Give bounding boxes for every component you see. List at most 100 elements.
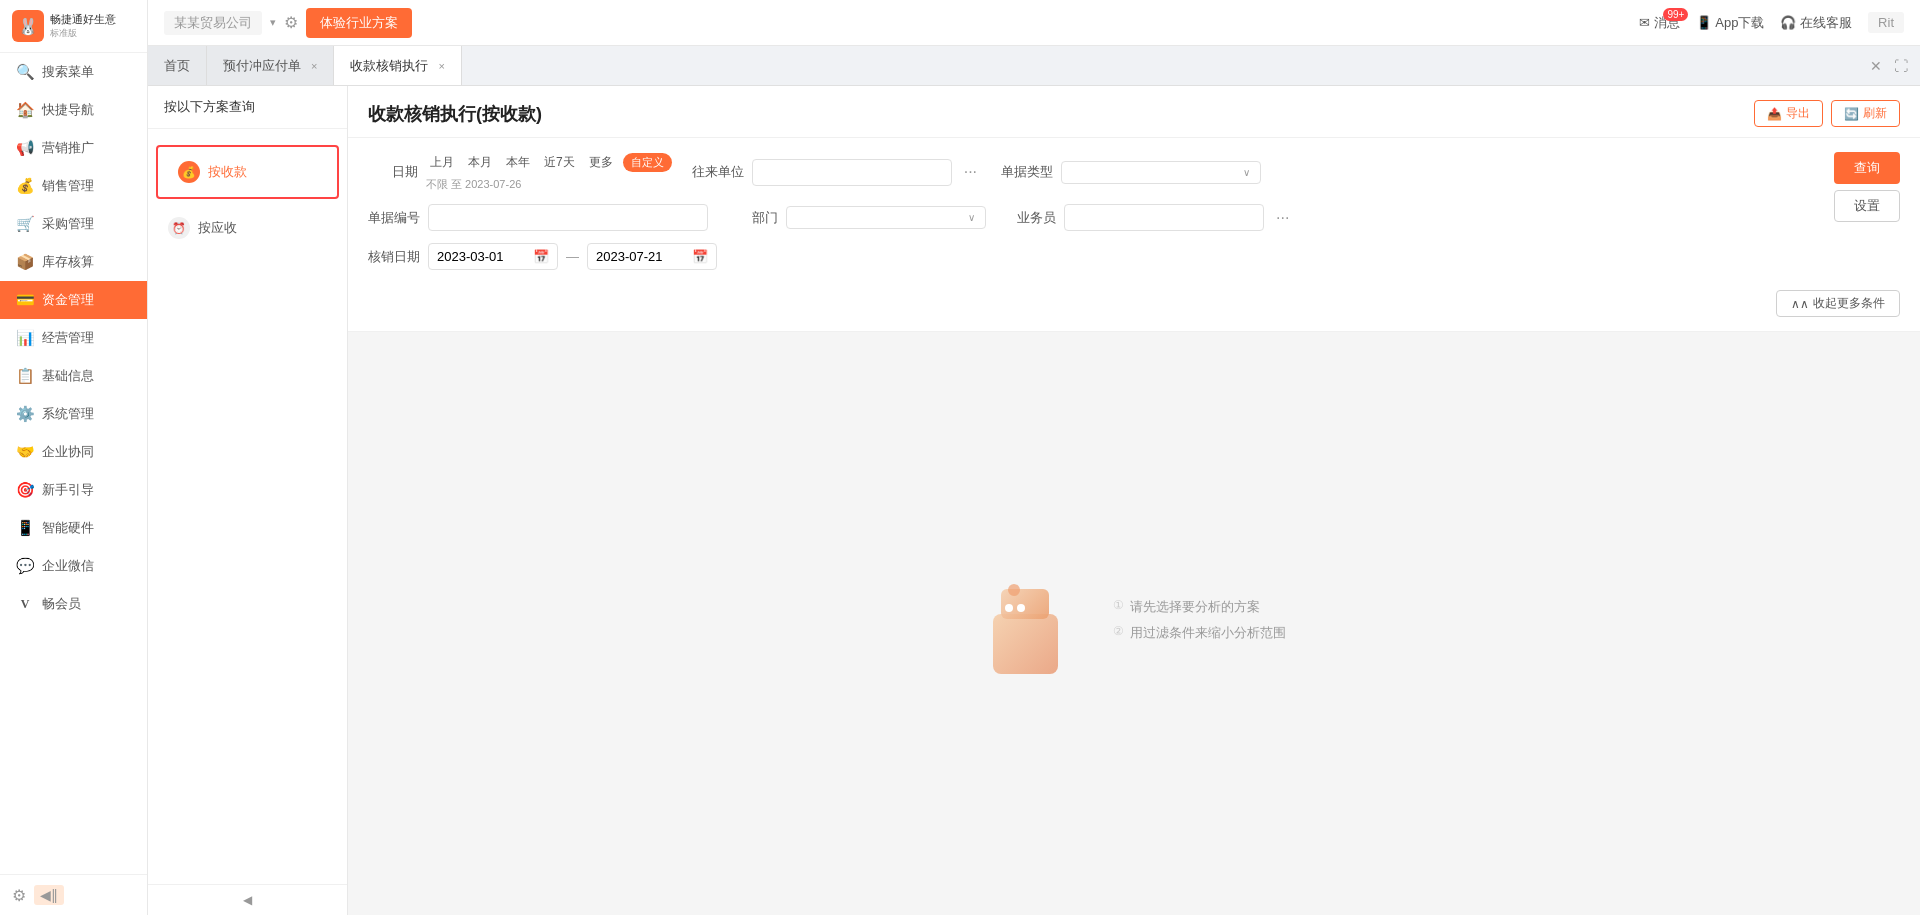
finance-icon: 💳 bbox=[16, 291, 34, 309]
sidebar-item-inventory[interactable]: 📦 库存核算 bbox=[0, 243, 147, 281]
company-selector[interactable]: 某某贸易公司 bbox=[164, 11, 262, 35]
inventory-icon: 📦 bbox=[16, 253, 34, 271]
sidebar-item-hardware[interactable]: 📱 智能硬件 bbox=[0, 509, 147, 547]
sidebar-item-finance[interactable]: 💳 资金管理 bbox=[0, 281, 147, 319]
writeoff-date-label: 核销日期 bbox=[368, 248, 420, 266]
writeoff-date-start-calendar-icon[interactable]: 📅 bbox=[533, 249, 549, 264]
sidebar-item-member[interactable]: V 畅会员 bbox=[0, 585, 147, 623]
tab-close-receipt-writeoff[interactable]: × bbox=[438, 60, 444, 72]
writeoff-date-start-input[interactable]: 2023-03-01 📅 bbox=[428, 243, 558, 270]
tabbar: 首页 预付冲应付单 × 收款核销执行 × ✕ ⛶ bbox=[148, 46, 1920, 86]
tab-fullscreen-button[interactable]: ⛶ bbox=[1890, 56, 1912, 76]
hardware-icon: 📱 bbox=[16, 519, 34, 537]
hint-num-1: ① bbox=[1113, 598, 1124, 612]
sales-icon: 💰 bbox=[16, 177, 34, 195]
date-opt-this-month[interactable]: 本月 bbox=[464, 152, 496, 173]
date-opt-this-year[interactable]: 本年 bbox=[502, 152, 534, 173]
sidebar-item-enterprise[interactable]: 🤝 企业协同 bbox=[0, 433, 147, 471]
filter-item-by-receivable[interactable]: ⏰ 按应收 bbox=[148, 207, 347, 249]
marketing-icon: 📢 bbox=[16, 139, 34, 157]
solution-button[interactable]: 体验行业方案 bbox=[306, 8, 412, 38]
sidebar-item-sales[interactable]: 💰 销售管理 bbox=[0, 167, 147, 205]
sidebar-item-quick-nav[interactable]: 🏠 快捷导航 bbox=[0, 91, 147, 129]
main-content: 某某贸易公司 ▾ ⚙ 体验行业方案 ✉ 消息 99+ 📱 App下载 🎧 在线客… bbox=[148, 0, 1920, 915]
writeoff-date-field: 核销日期 2023-03-01 📅 — 2023-07-21 bbox=[368, 243, 717, 270]
sidebar-item-search[interactable]: 🔍 搜索菜单 bbox=[0, 53, 147, 91]
export-button[interactable]: 📤 导出 bbox=[1754, 100, 1823, 127]
sidebar-item-basic[interactable]: 📋 基础信息 bbox=[0, 357, 147, 395]
filter-panel-title: 按以下方案查询 bbox=[148, 86, 347, 129]
staff-input[interactable] bbox=[1064, 204, 1264, 231]
writeoff-date-range: 2023-03-01 📅 — 2023-07-21 📅 bbox=[428, 243, 717, 270]
topbar-gear-icon[interactable]: ⚙ bbox=[284, 13, 298, 32]
filter-items: 💰 按收款 ⏰ 按应收 bbox=[148, 129, 347, 257]
date-opt-last-month[interactable]: 上月 bbox=[426, 152, 458, 173]
chevron-left-icon: ◀ bbox=[243, 893, 252, 907]
sidebar-item-management[interactable]: 📊 经营管理 bbox=[0, 319, 147, 357]
sidebar: 🐰 畅捷通好生意 标准版 🔍 搜索菜单 🏠 快捷导航 📢 营销推广 💰 销售管理… bbox=[0, 0, 148, 915]
message-badge: 99+ bbox=[1663, 8, 1688, 21]
tab-home[interactable]: 首页 bbox=[148, 46, 207, 85]
wechat-icon: 💬 bbox=[16, 557, 34, 575]
content-area: 收款核销执行(按收款) 📤 导出 🔄 刷新 bbox=[348, 86, 1920, 915]
search-icon: 🔍 bbox=[16, 63, 34, 81]
empty-illustration bbox=[983, 574, 1083, 674]
export-icon: 📤 bbox=[1767, 107, 1782, 121]
online-service-button[interactable]: 🎧 在线客服 bbox=[1780, 14, 1852, 32]
refresh-button[interactable]: 🔄 刷新 bbox=[1831, 100, 1900, 127]
staff-label: 业务员 bbox=[1006, 209, 1056, 227]
date-label: 日期 bbox=[368, 163, 418, 181]
topbar-left: 某某贸易公司 ▾ ⚙ 体验行业方案 bbox=[164, 8, 1627, 38]
date-opt-custom[interactable]: 自定义 bbox=[623, 153, 672, 172]
app-icon: 📱 bbox=[1696, 15, 1715, 30]
logo-icon: 🐰 bbox=[12, 10, 44, 42]
tab-close-button[interactable]: ✕ bbox=[1866, 56, 1886, 76]
filter-collapse-button[interactable]: ◀ bbox=[148, 884, 347, 915]
sidebar-collapse-button[interactable]: ◀‖ bbox=[34, 885, 64, 905]
page-area: 按以下方案查询 💰 按收款 ⏰ 按应收 ◀ bbox=[148, 86, 1920, 915]
company-dropdown-icon[interactable]: ▾ bbox=[270, 16, 276, 29]
partner-input[interactable] bbox=[752, 159, 952, 186]
system-icon: ⚙️ bbox=[16, 405, 34, 423]
setting-button[interactable]: 设置 bbox=[1834, 190, 1900, 222]
collapse-more-button[interactable]: ∧∧ 收起更多条件 bbox=[1776, 290, 1900, 317]
tab-receipt-writeoff[interactable]: 收款核销执行 × bbox=[334, 46, 461, 85]
sidebar-item-system[interactable]: ⚙️ 系统管理 bbox=[0, 395, 147, 433]
search-bottom: ∧∧ 收起更多条件 bbox=[368, 290, 1900, 317]
topbar: 某某贸易公司 ▾ ⚙ 体验行业方案 ✉ 消息 99+ 📱 App下载 🎧 在线客… bbox=[148, 0, 1920, 46]
writeoff-date-end-input[interactable]: 2023-07-21 📅 bbox=[587, 243, 717, 270]
sidebar-item-wechat[interactable]: 💬 企业微信 bbox=[0, 547, 147, 585]
partner-field: 往来单位 ··· bbox=[692, 159, 981, 186]
sidebar-item-marketing[interactable]: 📢 营销推广 bbox=[0, 129, 147, 167]
search-action-buttons: 查询 设置 bbox=[1834, 152, 1900, 222]
app-download-button[interactable]: 📱 App下载 bbox=[1696, 14, 1764, 32]
query-button[interactable]: 查询 bbox=[1834, 152, 1900, 184]
sidebar-nav: 🔍 搜索菜单 🏠 快捷导航 📢 营销推广 💰 销售管理 🛒 采购管理 📦 库存核… bbox=[0, 53, 147, 874]
partner-dots-button[interactable]: ··· bbox=[960, 163, 981, 181]
staff-field: 业务员 ··· bbox=[1006, 204, 1293, 231]
tab-close-prepay[interactable]: × bbox=[311, 60, 317, 72]
date-opt-7days[interactable]: 近7天 bbox=[540, 152, 579, 173]
filter-item-by-receipt[interactable]: 💰 按收款 bbox=[158, 151, 337, 193]
sidebar-item-purchase[interactable]: 🛒 采购管理 bbox=[0, 205, 147, 243]
doc-type-field: 单据类型 ∨ bbox=[1001, 161, 1261, 184]
settings-gear-icon[interactable]: ⚙ bbox=[12, 886, 26, 905]
refresh-icon: 🔄 bbox=[1844, 107, 1859, 121]
dept-select[interactable]: ∨ bbox=[786, 206, 986, 229]
staff-dots-button[interactable]: ··· bbox=[1272, 209, 1293, 227]
tab-prepay[interactable]: 预付冲应付单 × bbox=[207, 46, 334, 85]
service-icon: 🎧 bbox=[1780, 15, 1800, 30]
partner-label: 往来单位 bbox=[692, 163, 744, 181]
filter-selected-box: 💰 按收款 bbox=[156, 145, 339, 199]
basic-icon: 📋 bbox=[16, 367, 34, 385]
message-button[interactable]: ✉ 消息 99+ bbox=[1639, 14, 1680, 32]
date-opt-more[interactable]: 更多 bbox=[585, 152, 617, 173]
receivable-filter-icon: ⏰ bbox=[168, 217, 190, 239]
user-profile[interactable]: Rit bbox=[1868, 12, 1904, 33]
doc-type-select[interactable]: ∨ bbox=[1061, 161, 1261, 184]
sidebar-item-guide[interactable]: 🎯 新手引导 bbox=[0, 471, 147, 509]
doc-no-input[interactable] bbox=[428, 204, 708, 231]
doc-no-label: 单据编号 bbox=[368, 209, 420, 227]
topbar-right: ✉ 消息 99+ 📱 App下载 🎧 在线客服 Rit bbox=[1639, 12, 1904, 33]
writeoff-date-end-calendar-icon[interactable]: 📅 bbox=[692, 249, 708, 264]
